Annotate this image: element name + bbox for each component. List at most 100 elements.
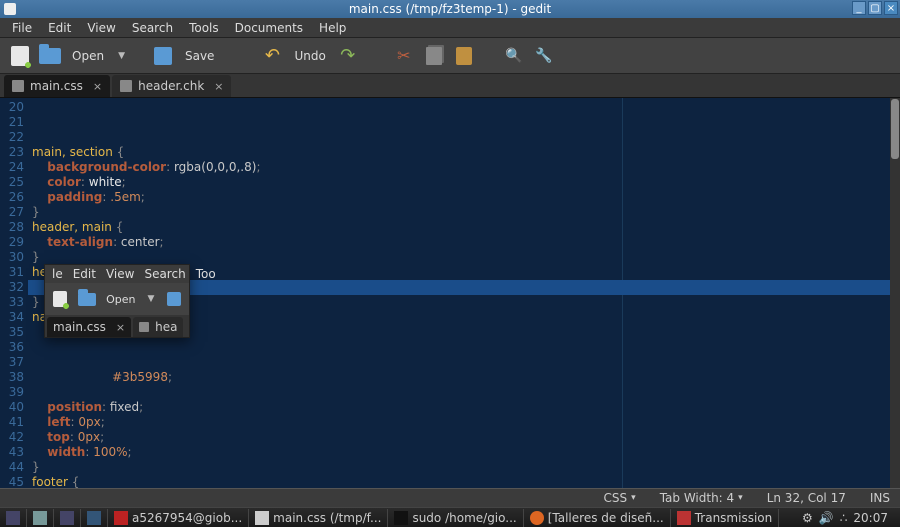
code-line[interactable]: color: white; — [32, 175, 900, 190]
firefox-icon — [530, 511, 544, 525]
minimize-button[interactable]: _ — [852, 1, 866, 15]
code-line[interactable]: left: 0px; — [32, 415, 900, 430]
paste-button[interactable] — [452, 44, 476, 68]
desktop-taskbar: a5267954@giob... main.css (/tmp/f... sud… — [0, 507, 900, 527]
copy-button[interactable] — [422, 44, 446, 68]
line-number: 41 — [0, 415, 24, 430]
tab-close-icon[interactable]: × — [93, 80, 102, 93]
redo-button[interactable]: ↷ — [336, 44, 360, 68]
save-icon — [167, 292, 181, 306]
line-number: 27 — [0, 205, 24, 220]
clock[interactable]: 20:07 — [853, 511, 888, 525]
code-line[interactable]: main, section { — [32, 145, 900, 160]
tab-close-icon[interactable]: × — [116, 321, 125, 334]
new-document-button[interactable] — [8, 44, 32, 68]
code-line[interactable] — [32, 340, 900, 355]
vertical-scrollbar[interactable] — [890, 98, 900, 488]
network-icon[interactable]: ∴ — [840, 511, 848, 525]
show-desktop-button[interactable] — [0, 509, 27, 527]
menu-search[interactable]: Search — [124, 19, 181, 37]
secondary-gedit-window[interactable]: le Edit View Search Too Open ▼ main.css … — [44, 264, 190, 338]
line-number: 32 — [0, 280, 24, 295]
app-icon — [4, 3, 16, 15]
new-document-button[interactable] — [49, 287, 72, 311]
taskbar-item-gedit[interactable]: main.css (/tmp/f... — [249, 509, 388, 527]
line-number: 31 — [0, 265, 24, 280]
tab-main-css[interactable]: main.css × — [4, 75, 110, 97]
menu-tools-cut[interactable]: Too — [191, 266, 221, 282]
language-selector[interactable]: CSS▾ — [604, 491, 636, 505]
line-number: 38 — [0, 370, 24, 385]
open-label[interactable]: Open — [68, 49, 108, 63]
code-line[interactable]: #3b5998; — [32, 370, 900, 385]
gedit-icon — [255, 511, 269, 525]
tab-close-icon[interactable]: × — [214, 80, 223, 93]
cut-button[interactable]: ✂ — [392, 44, 416, 68]
code-line[interactable]: } — [32, 460, 900, 475]
code-line[interactable] — [32, 385, 900, 400]
code-line[interactable] — [32, 355, 900, 370]
replace-icon: 🔧 — [535, 48, 552, 64]
find-button[interactable]: 🔍 — [502, 44, 526, 68]
menu-edit[interactable]: Edit — [68, 266, 101, 282]
tab-main-css[interactable]: main.css × — [47, 317, 131, 337]
taskbar-item-transmission[interactable]: Transmission — [671, 509, 780, 527]
tray-indicator-icon[interactable]: ⚙ — [802, 511, 813, 525]
launcher-icon — [60, 511, 74, 525]
undo-label[interactable]: Undo — [290, 49, 329, 63]
menu-documents[interactable]: Documents — [227, 19, 311, 37]
code-line[interactable]: header, main { — [32, 220, 900, 235]
taskbar-item-firefox[interactable]: [Talleres de diseñ... — [524, 509, 671, 527]
taskbar-item-filezilla[interactable]: a5267954@giob... — [108, 509, 249, 527]
code-line[interactable]: text-align: center; — [32, 235, 900, 250]
menu-edit[interactable]: Edit — [40, 19, 79, 37]
taskbar-item-terminal[interactable]: sudo /home/gio... — [388, 509, 523, 527]
code-line[interactable]: background-color: rgba(0,0,0,.8); — [32, 160, 900, 175]
save-button[interactable] — [151, 44, 175, 68]
document-icon — [12, 80, 24, 92]
menu-file[interactable]: File — [4, 19, 40, 37]
close-button[interactable]: × — [884, 1, 898, 15]
volume-icon[interactable]: 🔊 — [819, 511, 834, 525]
replace-button[interactable]: 🔧 — [532, 44, 556, 68]
open-dropdown-icon[interactable]: ▼ — [114, 51, 129, 61]
code-line[interactable]: padding: .5em; — [32, 190, 900, 205]
menu-help[interactable]: Help — [311, 19, 354, 37]
line-number: 25 — [0, 175, 24, 190]
tab-header-cut[interactable]: hea — [133, 317, 183, 337]
taskbar-launcher[interactable] — [81, 509, 108, 527]
open-label[interactable]: Open — [102, 293, 139, 306]
save-icon — [154, 47, 172, 65]
menu-tools[interactable]: Tools — [181, 19, 227, 37]
code-line[interactable]: } — [32, 250, 900, 265]
undo-button[interactable]: ↶ — [260, 44, 284, 68]
save-label[interactable]: Save — [181, 49, 218, 63]
code-line[interactable]: position: fixed; — [32, 400, 900, 415]
line-number: 21 — [0, 115, 24, 130]
open-folder-button[interactable] — [38, 44, 62, 68]
insert-mode[interactable]: INS — [870, 491, 890, 505]
maximize-button[interactable]: ▢ — [868, 1, 882, 15]
code-line[interactable]: } — [32, 205, 900, 220]
menu-search[interactable]: Search — [139, 266, 190, 282]
tab-width-selector[interactable]: Tab Width: 4▾ — [660, 491, 743, 505]
line-number: 45 — [0, 475, 24, 490]
open-folder-button[interactable] — [76, 287, 99, 311]
line-number: 40 — [0, 400, 24, 415]
code-line[interactable]: top: 0px; — [32, 430, 900, 445]
scroll-thumb[interactable] — [891, 99, 899, 159]
toolbar: Open ▼ Save ↶ Undo ↷ ✂ 🔍 🔧 — [0, 38, 900, 74]
code-line[interactable]: width: 100%; — [32, 445, 900, 460]
tab-label: hea — [155, 320, 177, 334]
save-button[interactable] — [162, 287, 185, 311]
code-line[interactable]: footer { — [32, 475, 900, 488]
line-number: 26 — [0, 190, 24, 205]
taskbar-launcher[interactable] — [54, 509, 81, 527]
taskbar-launcher[interactable] — [27, 509, 54, 527]
tab-header-chk[interactable]: header.chk × — [112, 75, 231, 97]
open-dropdown-icon[interactable]: ▼ — [144, 294, 159, 304]
menu-view[interactable]: View — [79, 19, 123, 37]
search-icon: 🔍 — [505, 48, 522, 64]
menu-view[interactable]: View — [101, 266, 139, 282]
menu-file-cut[interactable]: le — [47, 266, 68, 282]
